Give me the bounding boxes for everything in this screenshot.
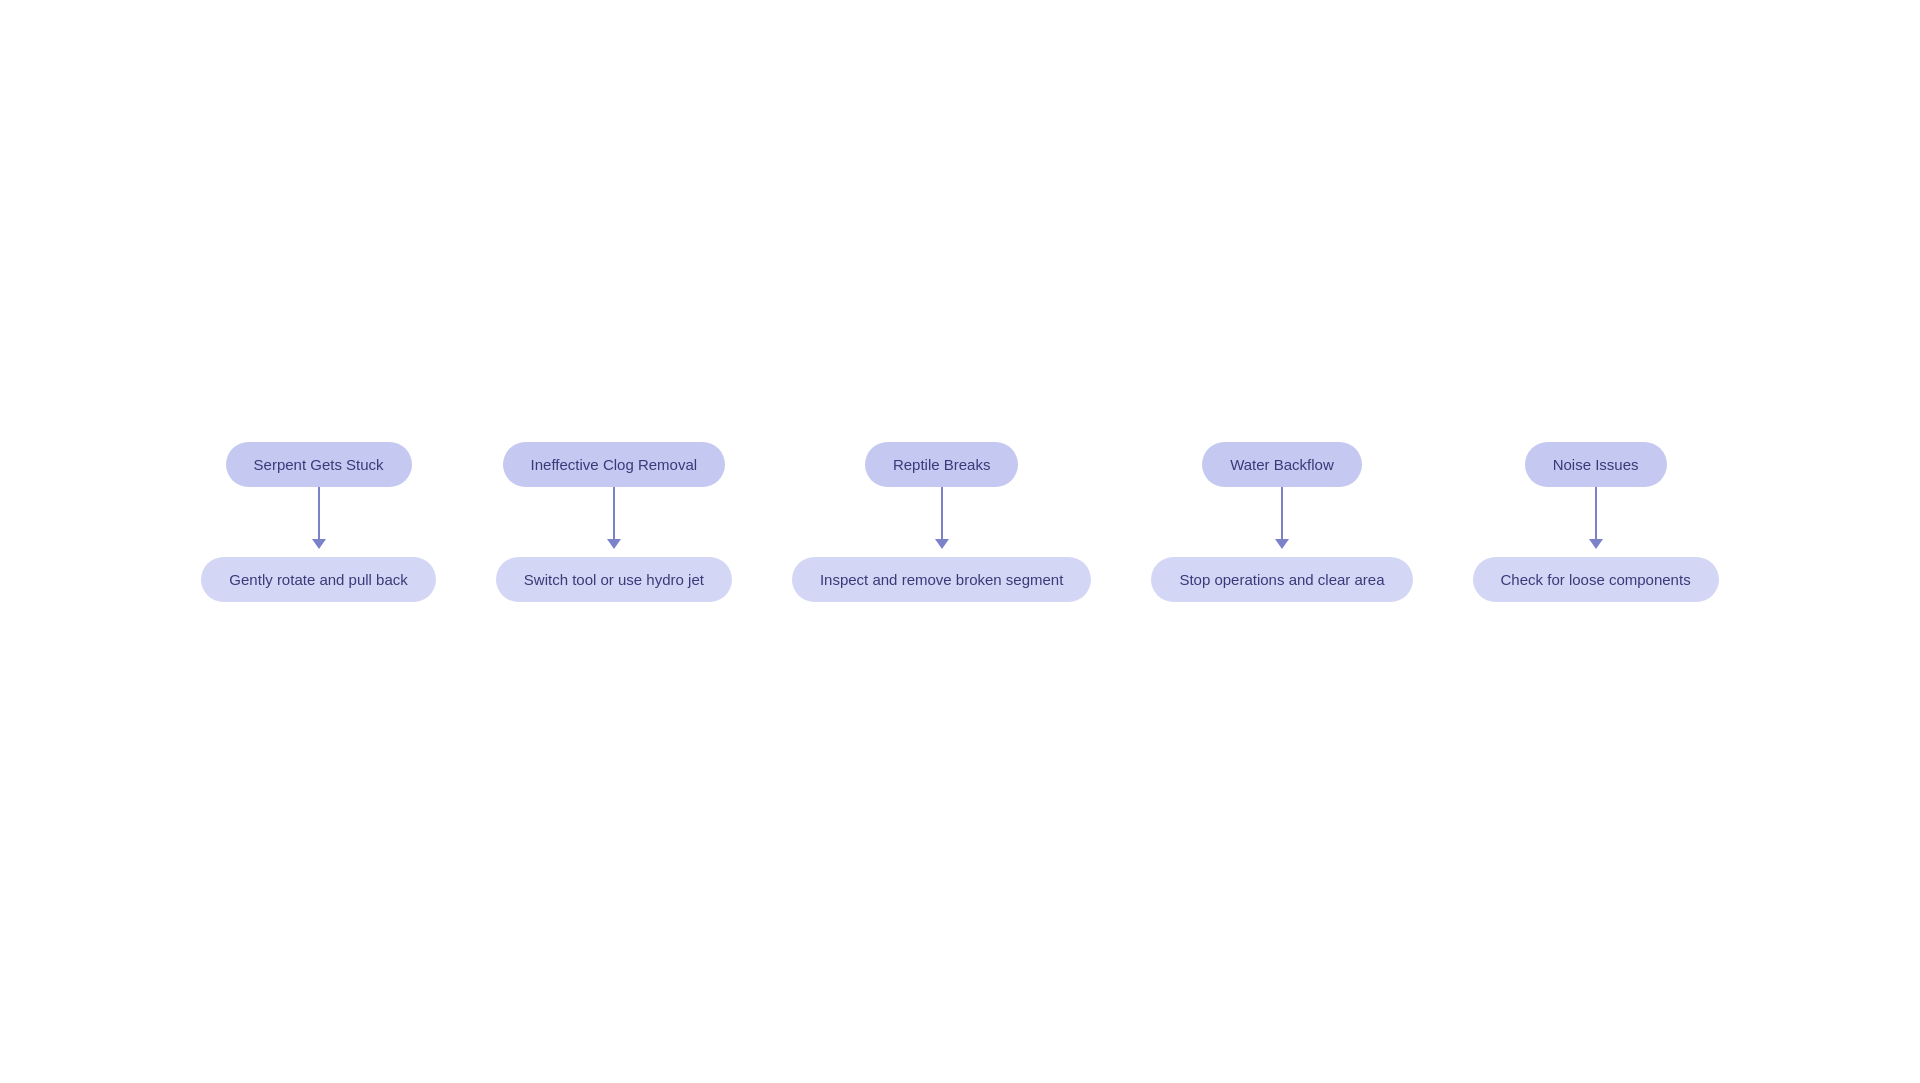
arrow-1 — [312, 487, 326, 557]
flow-column-2: Ineffective Clog Removal Switch tool or u… — [496, 442, 732, 602]
arrow-head-5 — [1589, 539, 1603, 549]
arrow-line-3 — [941, 487, 943, 539]
arrow-4 — [1275, 487, 1289, 557]
diagram-container: Serpent Gets Stuck Gently rotate and pull… — [0, 0, 1920, 1083]
bottom-node-5: Check for loose components — [1473, 557, 1719, 602]
arrow-5 — [1589, 487, 1603, 557]
columns-wrapper: Serpent Gets Stuck Gently rotate and pull… — [201, 442, 1718, 602]
top-node-3: Reptile Breaks — [865, 442, 1019, 487]
bottom-node-2: Switch tool or use hydro jet — [496, 557, 732, 602]
top-node-1: Serpent Gets Stuck — [226, 442, 412, 487]
arrow-line-2 — [613, 487, 615, 539]
flow-column-1: Serpent Gets Stuck Gently rotate and pull… — [201, 442, 435, 602]
arrow-head-4 — [1275, 539, 1289, 549]
arrow-head-3 — [935, 539, 949, 549]
arrow-3 — [935, 487, 949, 557]
top-node-4: Water Backflow — [1202, 442, 1362, 487]
bottom-node-1: Gently rotate and pull back — [201, 557, 435, 602]
arrow-line-4 — [1281, 487, 1283, 539]
arrow-head-1 — [312, 539, 326, 549]
bottom-node-3: Inspect and remove broken segment — [792, 557, 1091, 602]
flow-column-5: Noise Issues Check for loose components — [1473, 442, 1719, 602]
arrow-line-1 — [318, 487, 320, 539]
arrow-2 — [607, 487, 621, 557]
flow-column-3: Reptile Breaks Inspect and remove broken … — [792, 442, 1091, 602]
top-node-2: Ineffective Clog Removal — [503, 442, 725, 487]
arrow-line-5 — [1595, 487, 1597, 539]
bottom-node-4: Stop operations and clear area — [1151, 557, 1412, 602]
top-node-5: Noise Issues — [1525, 442, 1667, 487]
flow-column-4: Water Backflow Stop operations and clear … — [1151, 442, 1412, 602]
arrow-head-2 — [607, 539, 621, 549]
